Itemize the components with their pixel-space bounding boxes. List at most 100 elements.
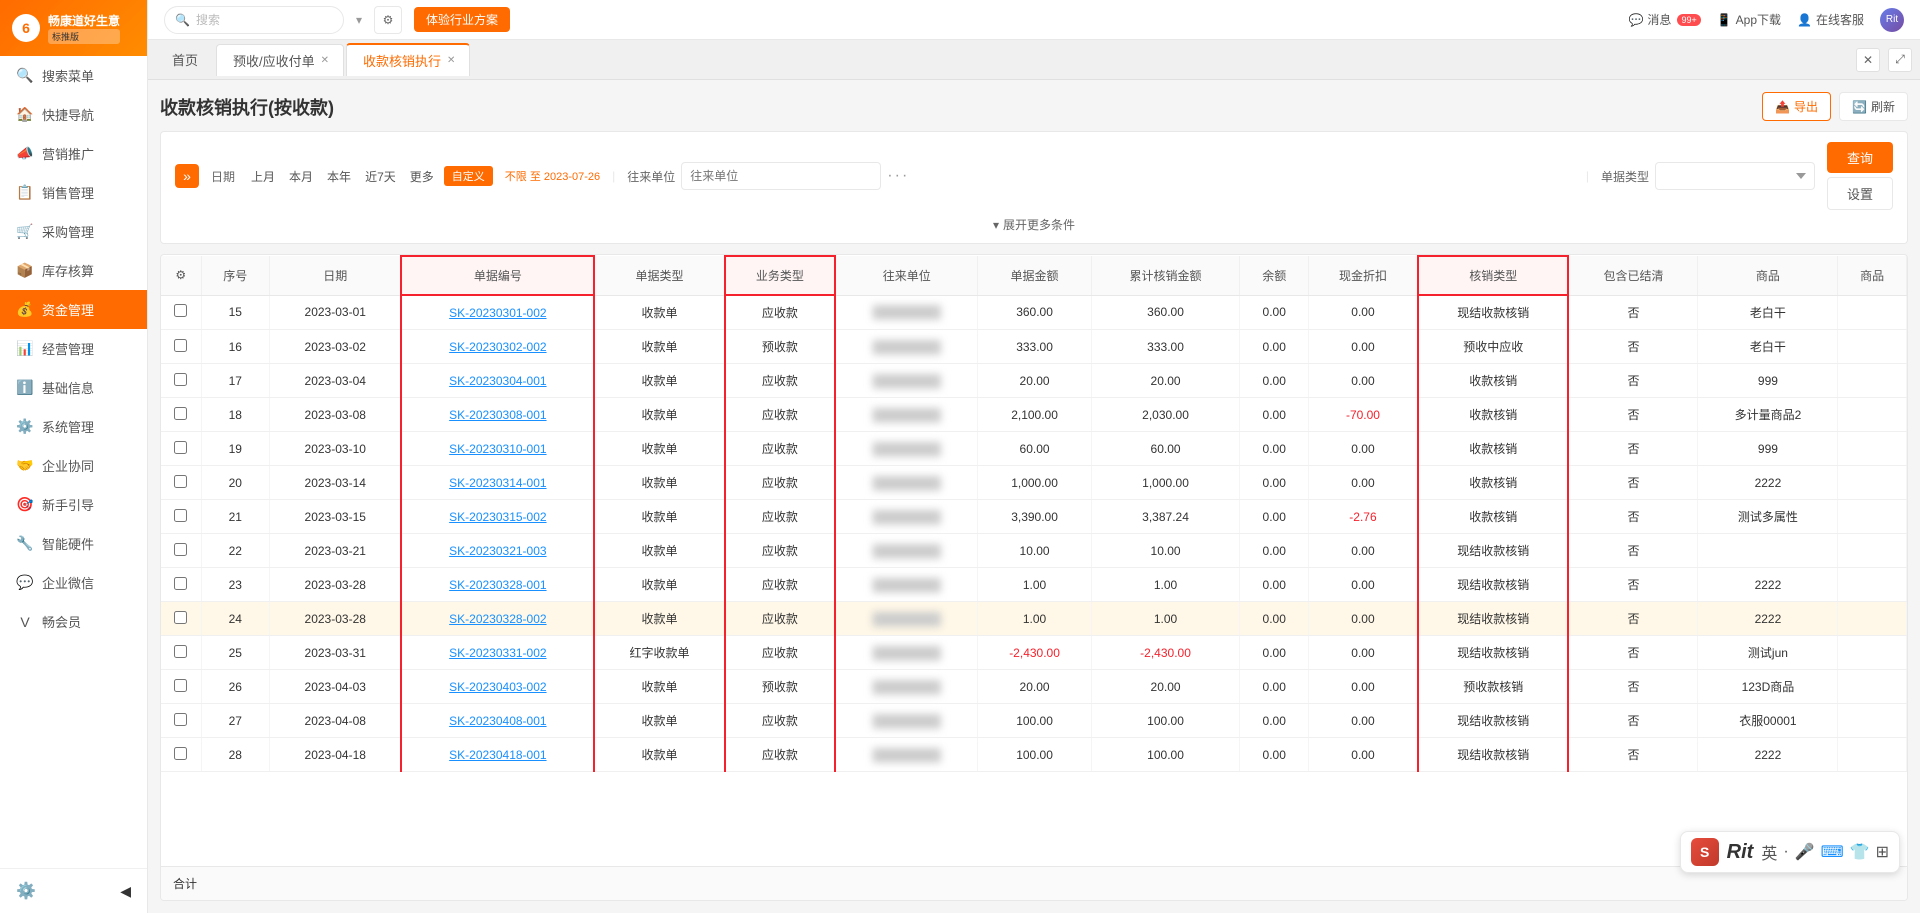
refresh-button[interactable]: 🔄 刷新 [1839, 92, 1908, 121]
date-last-month[interactable]: 上月 [247, 166, 279, 187]
filter-toggle-button[interactable]: » [175, 164, 199, 188]
cell-checkbox[interactable] [161, 704, 201, 738]
sidebar-item-operations[interactable]: 📊经营管理 [0, 329, 147, 368]
sidebar-item-quick-nav[interactable]: 🏠快捷导航 [0, 95, 147, 134]
bill-no-link[interactable]: SK-20230418-001 [449, 748, 546, 762]
top-header: 🔍 搜索 ▾ ⚙ 体验行业方案 💬 消息 99+ 📱 App下载 👤 在线客服 … [148, 0, 1920, 40]
row-checkbox[interactable] [174, 543, 187, 556]
query-button[interactable]: 查询 [1827, 142, 1893, 173]
sidebar-item-system[interactable]: ⚙️系统管理 [0, 407, 147, 446]
date-this-month[interactable]: 本月 [285, 166, 317, 187]
cell-checkbox[interactable] [161, 398, 201, 432]
dropdown-chevron-icon[interactable]: ▾ [356, 13, 362, 27]
sidebar-bottom[interactable]: ⚙️ ◀ [0, 868, 147, 913]
cell-checkbox[interactable] [161, 432, 201, 466]
th-settings[interactable]: ⚙ [161, 256, 201, 295]
sidebar-item-sales[interactable]: 📋销售管理 [0, 173, 147, 212]
tab-close-all-icon[interactable]: ✕ [1856, 48, 1880, 72]
date-custom-button[interactable]: 自定义 [444, 166, 493, 186]
sidebar-item-basic[interactable]: ℹ️基础信息 [0, 368, 147, 407]
date-this-year[interactable]: 本年 [323, 166, 355, 187]
row-checkbox[interactable] [174, 373, 187, 386]
bill-no-link[interactable]: SK-20230302-002 [449, 340, 546, 354]
bill-no-link[interactable]: SK-20230403-002 [449, 680, 546, 694]
tab-pre-receipt[interactable]: 预收/应收付单 ✕ [216, 44, 344, 76]
sidebar-item-enterprise[interactable]: 🤝企业协同 [0, 446, 147, 485]
ime-dot-icon[interactable]: · [1783, 843, 1788, 861]
sidebar-item-search[interactable]: 🔍搜索菜单 [0, 56, 147, 95]
sidebar-item-inventory[interactable]: 📦库存核算 [0, 251, 147, 290]
sidebar-item-marketing[interactable]: 📣营销推广 [0, 134, 147, 173]
user-menu[interactable]: Rit [1880, 8, 1904, 32]
cell-checkbox[interactable] [161, 602, 201, 636]
sidebar-item-hardware[interactable]: 🔧智能硬件 [0, 524, 147, 563]
settings-gear-icon[interactable]: ⚙ [374, 6, 402, 34]
cell-checkbox[interactable] [161, 466, 201, 500]
ime-shirt-icon[interactable]: 👕 [1850, 842, 1870, 862]
sidebar-settings-icon[interactable]: ⚙️ [16, 881, 36, 901]
ime-keyboard-icon[interactable]: ⌨ [1821, 842, 1844, 862]
ime-mic-icon[interactable]: 🎤 [1795, 842, 1815, 862]
bill-no-link[interactable]: SK-20230314-001 [449, 476, 546, 490]
date-more[interactable]: 更多 [406, 166, 438, 187]
cell-checkbox[interactable] [161, 636, 201, 670]
bill-type-select[interactable] [1655, 162, 1815, 190]
tab-fullscreen-icon[interactable]: ⤢ [1888, 48, 1912, 72]
sidebar-item-finance[interactable]: 💰资金管理 [0, 290, 147, 329]
row-checkbox[interactable] [174, 339, 187, 352]
sidebar-item-member[interactable]: V畅会员 [0, 602, 147, 641]
row-checkbox[interactable] [174, 304, 187, 317]
cell-checkbox[interactable] [161, 568, 201, 602]
cell-checkbox[interactable] [161, 534, 201, 568]
tab-home[interactable]: 首页 [156, 44, 214, 75]
export-button[interactable]: 📤 导出 [1762, 92, 1831, 121]
bill-no-link[interactable]: SK-20230304-001 [449, 374, 546, 388]
table-scroll-area[interactable]: ⚙ 序号 日期 单据编号 单据类型 业务类型 往来单位 单据金额 累计核销金额 … [161, 255, 1907, 866]
filter-settings-button[interactable]: 设置 [1827, 177, 1893, 210]
sidebar-item-guide[interactable]: 🎯新手引导 [0, 485, 147, 524]
row-checkbox[interactable] [174, 441, 187, 454]
cell-checkbox[interactable] [161, 330, 201, 364]
solution-button[interactable]: 体验行业方案 [414, 7, 510, 32]
sidebar-collapse-icon[interactable]: ◀ [120, 883, 131, 900]
row-checkbox[interactable] [174, 645, 187, 658]
bill-no-link[interactable]: SK-20230301-002 [449, 306, 546, 320]
online-service-button[interactable]: 👤 在线客服 [1797, 11, 1864, 28]
cell-checkbox[interactable] [161, 295, 201, 330]
row-checkbox[interactable] [174, 577, 187, 590]
tab-payment-exec-close-icon[interactable]: ✕ [447, 55, 455, 66]
cell-checkbox[interactable] [161, 500, 201, 534]
bill-no-link[interactable]: SK-20230308-001 [449, 408, 546, 422]
cell-checkbox[interactable] [161, 738, 201, 772]
tab-pre-receipt-close-icon[interactable]: ✕ [321, 55, 329, 66]
app-download-button[interactable]: 📱 App下载 [1717, 11, 1781, 28]
row-checkbox[interactable] [174, 407, 187, 420]
cell-include-settled: 否 [1568, 534, 1698, 568]
cell-checkbox[interactable] [161, 670, 201, 704]
row-checkbox[interactable] [174, 713, 187, 726]
bill-no-link[interactable]: SK-20230315-002 [449, 510, 546, 524]
row-checkbox[interactable] [174, 475, 187, 488]
bill-no-link[interactable]: SK-20230328-002 [449, 612, 546, 626]
bill-no-link[interactable]: SK-20230321-003 [449, 544, 546, 558]
customer-input[interactable] [681, 162, 881, 190]
date-last-7days[interactable]: 近7天 [361, 166, 400, 187]
ime-key-icon[interactable]: 英 [1761, 840, 1777, 864]
tab-payment-exec[interactable]: 收款核销执行 ✕ [346, 43, 470, 76]
sidebar-item-wechat[interactable]: 💬企业微信 [0, 563, 147, 602]
row-checkbox[interactable] [174, 611, 187, 624]
row-checkbox[interactable] [174, 747, 187, 760]
messages-button[interactable]: 💬 消息 99+ [1628, 11, 1700, 28]
row-checkbox[interactable] [174, 509, 187, 522]
bill-no-link[interactable]: SK-20230331-002 [449, 646, 546, 660]
customer-more-icon[interactable]: ··· [887, 167, 909, 185]
ime-grid-icon[interactable]: ⊞ [1876, 842, 1889, 862]
sidebar-item-purchase[interactable]: 🛒采购管理 [0, 212, 147, 251]
expand-more-button[interactable]: ▾ 展开更多条件 [993, 216, 1075, 233]
cell-checkbox[interactable] [161, 364, 201, 398]
row-checkbox[interactable] [174, 679, 187, 692]
search-bar[interactable]: 🔍 搜索 [164, 6, 344, 34]
bill-no-link[interactable]: SK-20230310-001 [449, 442, 546, 456]
bill-no-link[interactable]: SK-20230328-001 [449, 578, 546, 592]
bill-no-link[interactable]: SK-20230408-001 [449, 714, 546, 728]
